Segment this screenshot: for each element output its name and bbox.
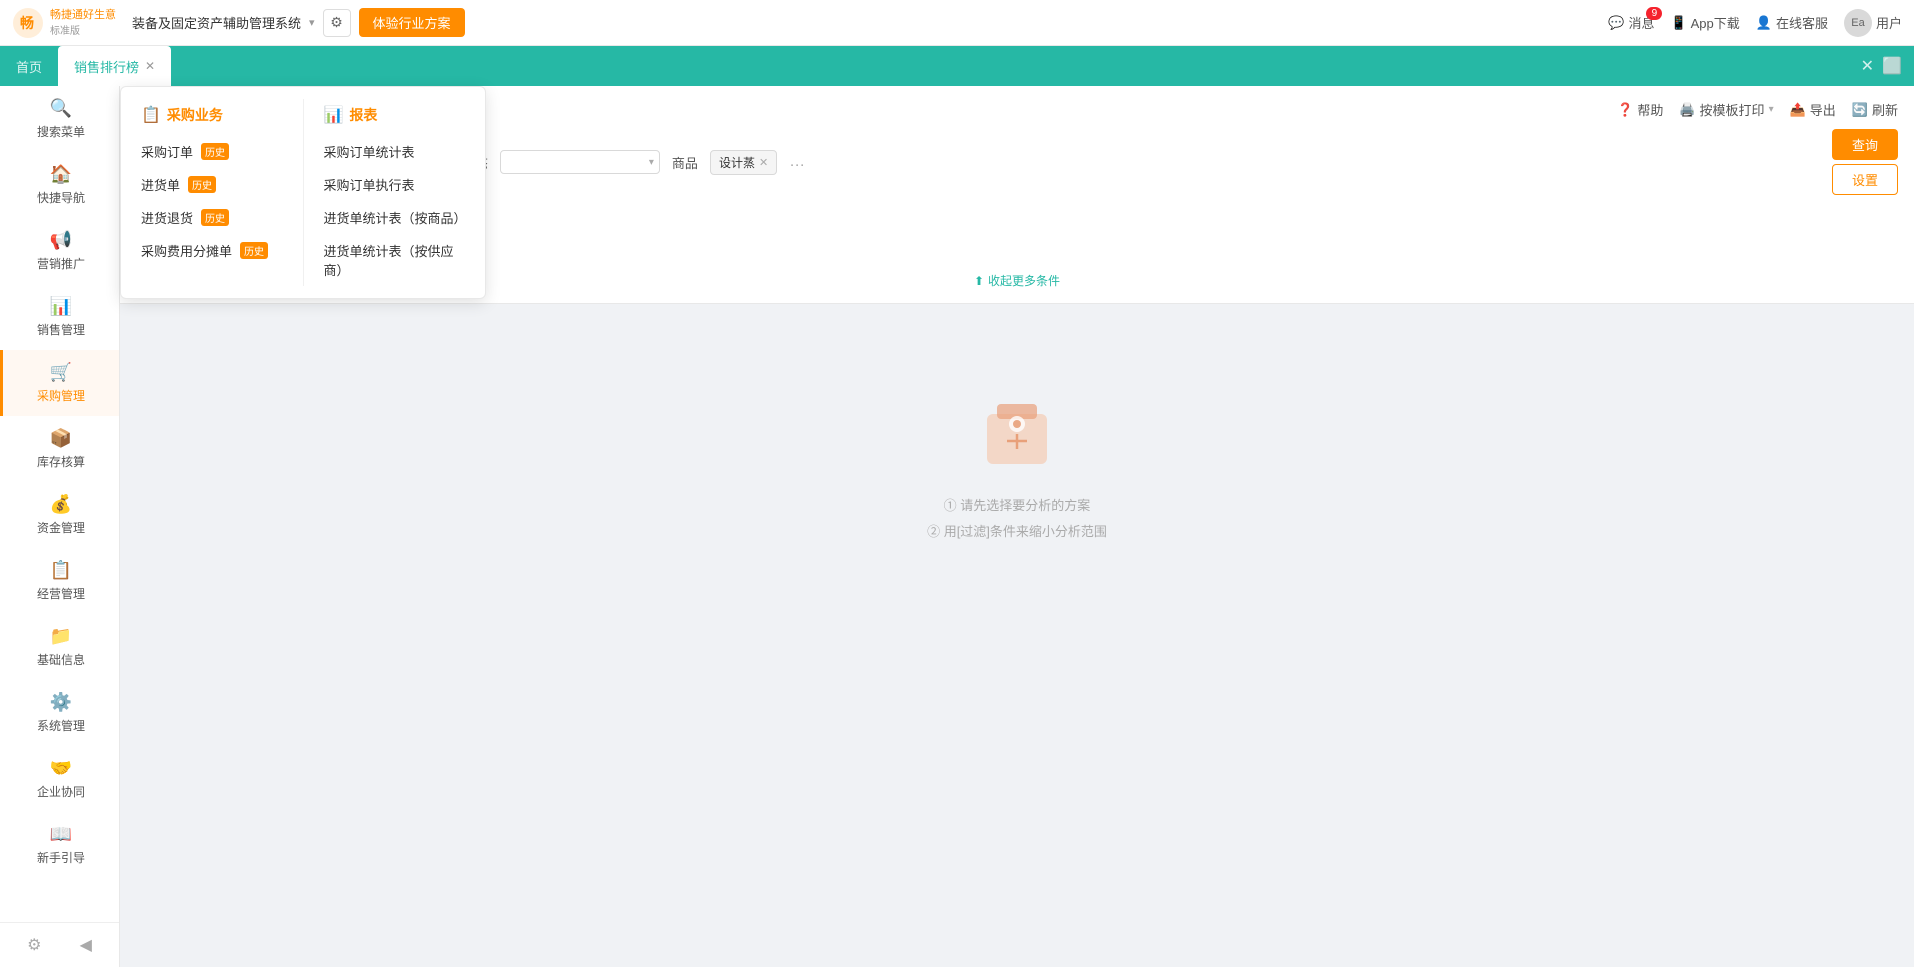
print-btn[interactable]: 🖨️ 按模板打印 ▾ bbox=[1679, 100, 1773, 119]
sidebar-item-inventory[interactable]: 📦 库存核算 bbox=[0, 416, 119, 482]
title-arrow-icon[interactable]: ▾ bbox=[309, 16, 315, 29]
tab-maximize-icon[interactable]: ⬜ bbox=[1882, 56, 1902, 76]
top-header: 畅 畅捷通好生意 标准版 装备及固定资产辅助管理系统 ▾ ⚙ 体验行业方案 💬 … bbox=[0, 0, 1914, 46]
menu-item-stock-in[interactable]: 进货单 历史 bbox=[133, 168, 291, 201]
guide-icon: 📖 bbox=[50, 824, 72, 845]
tab-bar: 首页 销售排行榜 ✕ ✕ ⬜ bbox=[0, 46, 1914, 86]
settings-icon[interactable]: ⚙ bbox=[27, 935, 41, 955]
purchase-menu-icon: 📋 bbox=[141, 105, 161, 125]
cooperation-icon: 🤝 bbox=[50, 758, 72, 779]
sidebar-item-cooperation[interactable]: 🤝 企业协同 bbox=[0, 746, 119, 812]
bill-status-select-wrap[interactable]: ▾ bbox=[500, 150, 660, 174]
bill-status-select[interactable] bbox=[500, 150, 660, 174]
tab-sales-rank[interactable]: 销售排行榜 ✕ bbox=[58, 46, 171, 86]
message-badge: 9 bbox=[1646, 7, 1662, 20]
stock-return-badge: 历史 bbox=[201, 209, 229, 226]
sidebar-item-guide[interactable]: 📖 新手引导 bbox=[0, 812, 119, 878]
sidebar-item-nav[interactable]: 🏠 快捷导航 bbox=[0, 152, 119, 218]
help-btn[interactable]: ❓ 帮助 bbox=[1617, 100, 1663, 119]
dropdown-menu: 📋 采购业务 采购订单 历史 进货单 历史 进货退货 历史 采购费用分摊单 历史… bbox=[120, 86, 486, 299]
basic-info-icon: 📁 bbox=[50, 626, 72, 647]
service-icon: 👤 bbox=[1756, 15, 1772, 31]
inventory-icon: 📦 bbox=[50, 428, 72, 449]
svg-text:畅: 畅 bbox=[20, 15, 34, 31]
export-icon: 📤 bbox=[1790, 102, 1806, 118]
purchase-order-badge: 历史 bbox=[201, 143, 229, 160]
menu-item-stock-in-goods-stat[interactable]: 进货单统计表（按商品） bbox=[316, 201, 474, 234]
header-right: 💬 消息 9 📱 App下载 👤 在线客服 Ea 用户 bbox=[1608, 9, 1902, 37]
goods-tag: 设计蒸 ✕ bbox=[710, 150, 777, 175]
query-button[interactable]: 查询 bbox=[1832, 129, 1898, 160]
menu-item-purchase-order[interactable]: 采购订单 历史 bbox=[133, 135, 291, 168]
collapse-btn[interactable]: ⬆ 收起更多条件 bbox=[974, 272, 1060, 289]
industry-btn[interactable]: 体验行业方案 bbox=[359, 8, 465, 37]
avatar: Ea bbox=[1844, 9, 1872, 37]
empty-state: ① 请先选择要分析的方案 ② 用[过滤]条件来缩小分析范围 bbox=[120, 304, 1914, 625]
system-icon: ⚙️ bbox=[50, 692, 72, 713]
user-btn[interactable]: Ea 用户 bbox=[1844, 9, 1902, 37]
export-btn[interactable]: 📤 导出 bbox=[1790, 100, 1836, 119]
stock-in-badge: 历史 bbox=[188, 176, 216, 193]
empty-illustration bbox=[967, 384, 1067, 477]
phone-icon: 📱 bbox=[1670, 15, 1686, 31]
tab-close-icon[interactable]: ✕ bbox=[145, 59, 155, 73]
query-btn-group: 查询 设置 bbox=[1832, 129, 1898, 195]
setting-button[interactable]: 设置 bbox=[1832, 164, 1898, 195]
finance-icon: 💰 bbox=[50, 494, 72, 515]
marketing-icon: 📢 bbox=[50, 230, 72, 251]
menu-col-report-title: 📊 报表 bbox=[316, 99, 474, 135]
sidebar-item-finance[interactable]: 💰 资金管理 bbox=[0, 482, 119, 548]
online-service-btn[interactable]: 👤 在线客服 bbox=[1756, 13, 1828, 32]
empty-tip-2: ② 用[过滤]条件来缩小分析范围 bbox=[927, 519, 1107, 545]
menu-col-purchase-title: 📋 采购业务 bbox=[133, 99, 291, 135]
message-btn[interactable]: 💬 消息 9 bbox=[1608, 13, 1654, 32]
gear-button[interactable]: ⚙ bbox=[323, 9, 351, 37]
menu-col-report: 📊 报表 采购订单统计表 采购订单执行表 进货单统计表（按商品） 进货单统计表（… bbox=[303, 99, 486, 286]
print-icon: 🖨️ bbox=[1679, 102, 1695, 118]
refresh-btn[interactable]: 🔄 刷新 bbox=[1852, 100, 1898, 119]
sidebar: 🔍 搜索菜单 🏠 快捷导航 📢 营销推广 📊 销售管理 🛒 采购管理 📦 库存核… bbox=[0, 86, 120, 967]
logo-icon: 畅 bbox=[12, 7, 44, 39]
menu-col-purchase: 📋 采购业务 采购订单 历史 进货单 历史 进货退货 历史 采购费用分摊单 历史 bbox=[121, 99, 303, 286]
empty-tip-1: ① 请先选择要分析的方案 bbox=[944, 493, 1091, 519]
print-arrow-icon: ▾ bbox=[1769, 104, 1774, 115]
report-menu-icon: 📊 bbox=[324, 105, 344, 125]
refresh-icon: 🔄 bbox=[1852, 102, 1868, 118]
logo-sub: 标准版 bbox=[50, 22, 116, 37]
sidebar-bottom: ⚙ ◀ bbox=[0, 922, 119, 967]
logo-text: 畅捷通好生意 bbox=[50, 8, 116, 22]
sidebar-item-marketing[interactable]: 📢 营销推广 bbox=[0, 218, 119, 284]
system-title: 装备及固定资产辅助管理系统 bbox=[132, 13, 301, 32]
menu-item-purchase-cost[interactable]: 采购费用分摊单 历史 bbox=[133, 234, 291, 267]
purchase-icon: 🛒 bbox=[50, 362, 72, 383]
sidebar-item-system[interactable]: ⚙️ 系统管理 bbox=[0, 680, 119, 746]
menu-item-stock-return[interactable]: 进货退货 历史 bbox=[133, 201, 291, 234]
search-icon: 🔍 bbox=[50, 98, 72, 119]
sidebar-item-sales[interactable]: 📊 销售管理 bbox=[0, 284, 119, 350]
sales-icon: 📊 bbox=[50, 296, 72, 317]
app-download-btn[interactable]: 📱 App下载 bbox=[1670, 13, 1739, 32]
tab-home[interactable]: 首页 bbox=[0, 46, 58, 86]
goods-tag-close-icon[interactable]: ✕ bbox=[759, 156, 768, 169]
collapse-sidebar-icon[interactable]: ◀ bbox=[80, 935, 92, 955]
sidebar-item-basic-info[interactable]: 📁 基础信息 bbox=[0, 614, 119, 680]
menu-item-purchase-order-stat[interactable]: 采购订单统计表 bbox=[316, 135, 474, 168]
purchase-cost-badge: 历史 bbox=[240, 242, 268, 259]
operation-icon: 📋 bbox=[50, 560, 72, 581]
goods-more-btn[interactable]: … bbox=[789, 153, 805, 171]
menu-item-purchase-order-exec[interactable]: 采购订单执行表 bbox=[316, 168, 474, 201]
tab-close-all-icon[interactable]: ✕ bbox=[1861, 56, 1874, 76]
home-icon: 🏠 bbox=[50, 164, 72, 185]
header-center: 装备及固定资产辅助管理系统 ▾ ⚙ 体验行业方案 bbox=[132, 8, 1608, 37]
logo-area: 畅 畅捷通好生意 标准版 bbox=[12, 7, 132, 39]
collapse-up-icon: ⬆ bbox=[974, 274, 984, 288]
sidebar-item-purchase[interactable]: 🛒 采购管理 bbox=[0, 350, 119, 416]
sidebar-item-search[interactable]: 🔍 搜索菜单 bbox=[0, 86, 119, 152]
goods-label: 商品 bbox=[672, 153, 698, 172]
help-icon: ❓ bbox=[1617, 102, 1633, 118]
tab-bar-actions: ✕ ⬜ bbox=[1861, 56, 1914, 76]
message-icon: 💬 bbox=[1608, 15, 1624, 31]
menu-item-stock-in-supplier-stat[interactable]: 进货单统计表（按供应商） bbox=[316, 234, 474, 286]
sidebar-item-operation[interactable]: 📋 经营管理 bbox=[0, 548, 119, 614]
